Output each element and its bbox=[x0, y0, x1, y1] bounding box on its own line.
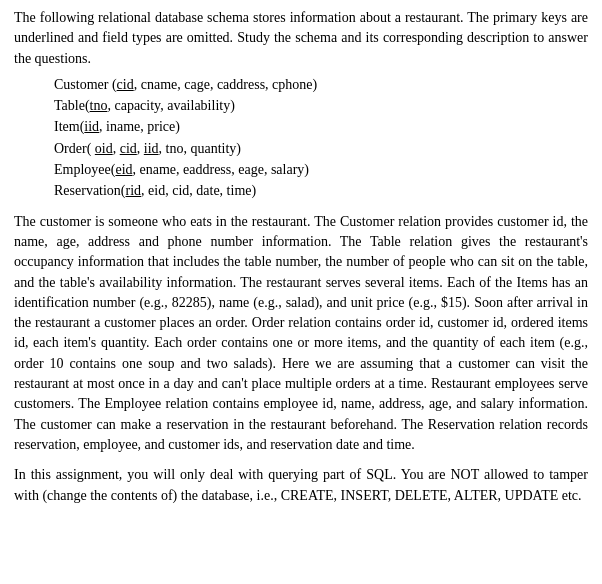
schema-customer: Customer (cid, cname, cage, caddress, cp… bbox=[54, 75, 588, 95]
schema-customer-label: Customer (cid, cname, cage, caddress, cp… bbox=[54, 77, 317, 92]
description-paragraph: The customer is someone who eats in the … bbox=[14, 212, 588, 456]
schema-table-pk: tno bbox=[90, 98, 108, 113]
schema-order-pk2: cid bbox=[120, 141, 137, 156]
intro-paragraph: The following relational database schema… bbox=[14, 8, 588, 69]
schema-reservation-pk: rid bbox=[126, 183, 142, 198]
schema-order-pk3: iid bbox=[144, 141, 159, 156]
schema-order-pk1: oid bbox=[95, 141, 113, 156]
assignment-paragraph: In this assignment, you will only deal w… bbox=[14, 465, 588, 506]
schema-block: Customer (cid, cname, cage, caddress, cp… bbox=[54, 75, 588, 202]
schema-order: Order( oid, cid, iid, tno, quantity) bbox=[54, 139, 588, 159]
schema-reservation: Reservation(rid, eid, cid, date, time) bbox=[54, 181, 588, 201]
schema-employee: Employee(eid, ename, eaddress, eage, sal… bbox=[54, 160, 588, 180]
schema-table: Table(tno, capacity, availability) bbox=[54, 96, 588, 116]
schema-customer-pk: cid bbox=[117, 77, 134, 92]
schema-table-label: Table(tno, capacity, availability) bbox=[54, 98, 235, 113]
schema-employee-pk: eid bbox=[115, 162, 132, 177]
schema-item-label: Item(iid, iname, price) bbox=[54, 119, 180, 134]
schema-item: Item(iid, iname, price) bbox=[54, 117, 588, 137]
schema-order-label: Order( oid, cid, iid, tno, quantity) bbox=[54, 141, 241, 156]
schema-item-pk: iid bbox=[84, 119, 99, 134]
schema-employee-label: Employee(eid, ename, eaddress, eage, sal… bbox=[54, 162, 309, 177]
schema-reservation-label: Reservation(rid, eid, cid, date, time) bbox=[54, 183, 256, 198]
